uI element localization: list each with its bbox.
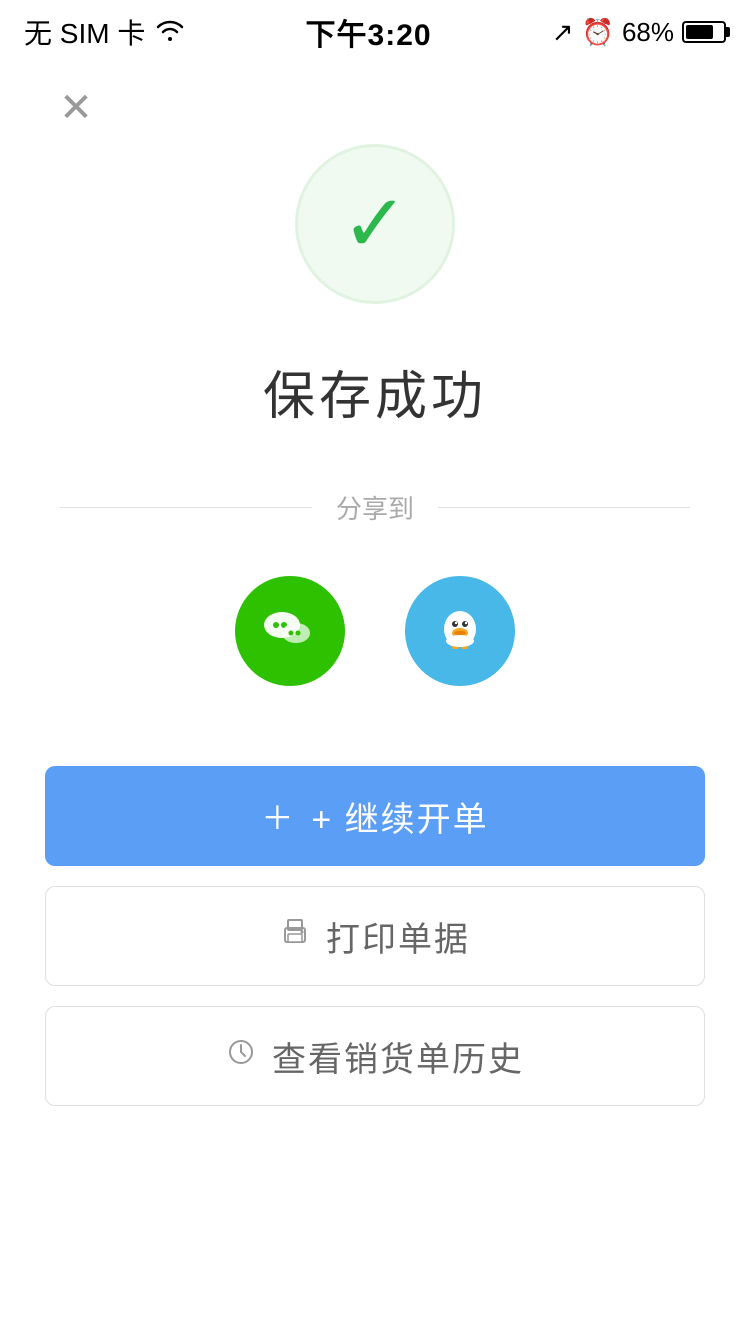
battery-icon (682, 21, 726, 43)
continue-label: + 继续开单 (311, 792, 488, 841)
print-label: 打印单据 (326, 912, 470, 961)
battery-percentage: 68% (622, 17, 674, 48)
main-content: ✓ 保存成功 分享到 (0, 64, 750, 1106)
share-icons-row (235, 576, 515, 686)
location-icon: ↗ (552, 17, 574, 48)
print-button[interactable]: 打印单据 (45, 886, 705, 986)
history-label: 查看销货单历史 (272, 1032, 524, 1081)
qq-share-button[interactable] (405, 576, 515, 686)
wifi-icon (155, 16, 185, 48)
print-icon (280, 917, 310, 955)
share-label: 分享到 (312, 489, 438, 526)
action-buttons: ＋ + 继续开单 打印单据 查看销货单历 (45, 766, 705, 1106)
divider-left (60, 507, 312, 508)
history-button[interactable]: 查看销货单历史 (45, 1006, 705, 1106)
wechat-icon (258, 599, 322, 663)
status-bar: 无 SIM 卡 下午3:20 ↗ ⏰ 68% (0, 0, 750, 64)
history-icon (226, 1037, 256, 1075)
time-display: 下午3:20 (306, 10, 432, 54)
status-left: 无 SIM 卡 (24, 12, 185, 52)
no-sim-text: 无 SIM 卡 (24, 12, 145, 52)
share-divider: 分享到 (0, 489, 750, 526)
close-button[interactable]: ✕ (48, 80, 104, 136)
continue-button[interactable]: ＋ + 继续开单 (45, 766, 705, 866)
plus-icon: ＋ (261, 793, 295, 839)
qq-icon (430, 601, 490, 661)
alarm-icon: ⏰ (582, 17, 614, 48)
success-circle: ✓ (295, 144, 455, 304)
status-right: ↗ ⏰ 68% (552, 17, 726, 48)
wechat-share-button[interactable] (235, 576, 345, 686)
success-title: 保存成功 (263, 354, 487, 429)
divider-right (438, 507, 690, 508)
checkmark-icon: ✓ (341, 184, 408, 264)
close-icon: ✕ (59, 88, 93, 128)
